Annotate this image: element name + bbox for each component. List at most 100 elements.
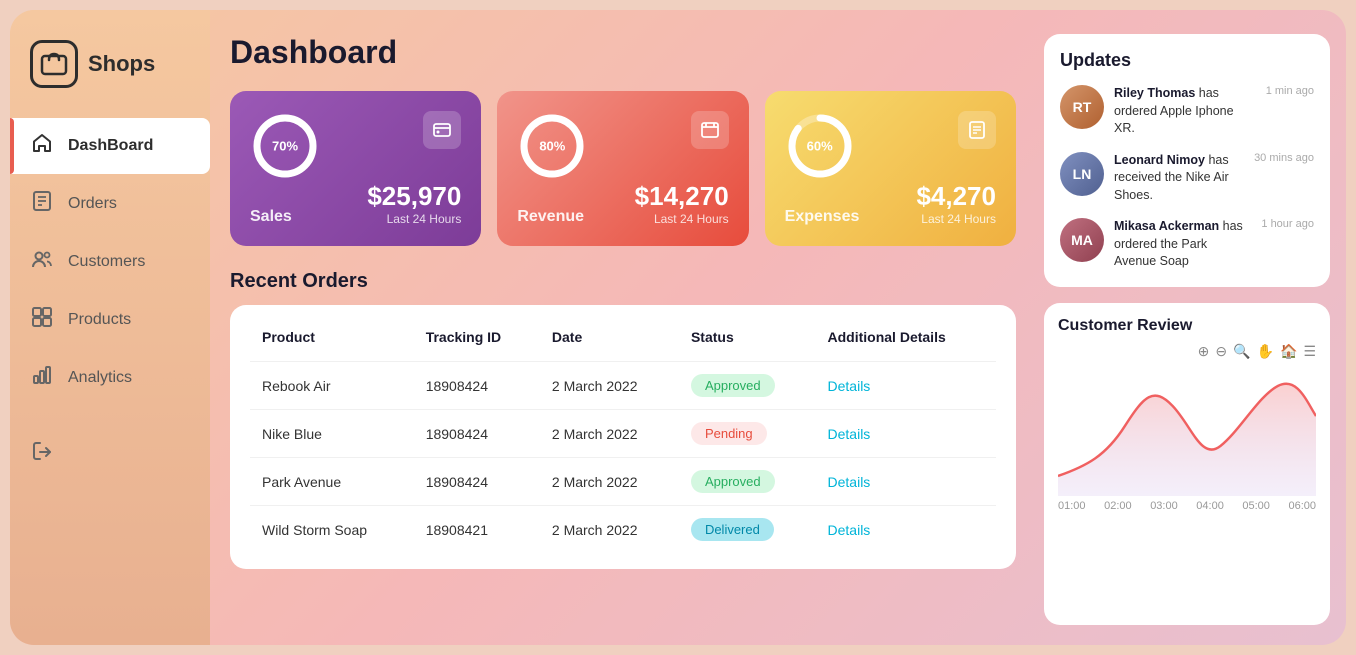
updates-section: Updates RT Riley Thomas has ordered Appl… — [1044, 34, 1330, 287]
time-label-3: 03:00 — [1150, 500, 1178, 512]
revenue-label: Revenue — [517, 208, 584, 226]
stats-row: 70% Sales $25,970 Last 24 Hours — [230, 91, 1016, 246]
app-container: Shops DashBoard — [10, 10, 1346, 645]
sidebar-logo: Shops — [10, 30, 210, 118]
review-title: Customer Review — [1058, 317, 1316, 335]
sidebar-nav: DashBoard Orders — [10, 118, 210, 484]
expenses-icon — [958, 111, 996, 149]
col-tracking: Tracking ID — [414, 321, 540, 362]
order-product: Nike Blue — [250, 410, 414, 458]
time-label-1: 01:00 — [1058, 500, 1086, 512]
col-date: Date — [540, 321, 679, 362]
orders-table: Product Tracking ID Date Status Addition… — [230, 305, 1016, 569]
order-tracking: 18908421 — [414, 506, 540, 554]
order-tracking: 18908424 — [414, 410, 540, 458]
update-item: MA Mikasa Ackerman has ordered the Park … — [1060, 218, 1314, 271]
update-avatar-2: MA — [1060, 218, 1104, 262]
expenses-label: Expenses — [785, 208, 860, 226]
menu-icon[interactable]: ☰ — [1303, 343, 1316, 360]
expenses-value: $4,270 — [916, 181, 996, 212]
time-label-4: 04:00 — [1196, 500, 1224, 512]
sales-card: 70% Sales $25,970 Last 24 Hours — [230, 91, 481, 246]
revenue-card: 80% Revenue $14,270 — [497, 91, 748, 246]
page-title: Dashboard — [230, 34, 1016, 71]
order-product: Rebook Air — [250, 362, 414, 410]
app-name: Shops — [88, 51, 155, 77]
sidebar-item-products[interactable]: Products — [10, 292, 210, 348]
order-details[interactable]: Details — [816, 362, 996, 410]
update-item: LN Leonard Nimoy has received the Nike A… — [1060, 152, 1314, 205]
zoom-out-icon[interactable]: ⊖ — [1215, 343, 1227, 360]
sales-value: $25,970 — [367, 181, 461, 212]
pan-icon[interactable]: ✋ — [1257, 343, 1274, 360]
table-row: Wild Storm Soap 18908421 2 March 2022 De… — [250, 506, 996, 554]
table-row: Park Avenue 18908424 2 March 2022 Approv… — [250, 458, 996, 506]
sales-percent: 70% — [272, 139, 298, 154]
update-avatar-1: LN — [1060, 152, 1104, 196]
order-details[interactable]: Details — [816, 410, 996, 458]
order-details[interactable]: Details — [816, 506, 996, 554]
logout-icon — [30, 440, 54, 468]
time-label-5: 05:00 — [1242, 500, 1270, 512]
update-avatar-0: RT — [1060, 85, 1104, 129]
revenue-percent: 80% — [539, 139, 565, 154]
recent-orders-section: Recent Orders Product Tracking ID Date S… — [230, 270, 1016, 569]
sidebar-orders-label: Orders — [68, 195, 117, 213]
sales-circle: 70% — [250, 111, 320, 181]
order-details[interactable]: Details — [816, 458, 996, 506]
recent-orders-title: Recent Orders — [230, 270, 1016, 293]
revenue-circle: 80% — [517, 111, 587, 181]
search-icon[interactable]: 🔍 — [1233, 343, 1250, 360]
logo-icon — [30, 40, 78, 88]
analytics-icon — [30, 364, 54, 392]
order-date: 2 March 2022 — [540, 506, 679, 554]
col-details: Additional Details — [816, 321, 996, 362]
time-label-2: 02:00 — [1104, 500, 1132, 512]
sidebar-item-analytics[interactable]: Analytics — [10, 350, 210, 406]
customers-icon — [30, 248, 54, 276]
revenue-value: $14,270 — [635, 181, 729, 212]
chart-toolbar: ⊕ ⊖ 🔍 ✋ 🏠 ☰ — [1058, 343, 1316, 360]
expenses-percent: 60% — [807, 139, 833, 154]
expenses-card: 60% Expenses $4,270 — [765, 91, 1016, 246]
sidebar: Shops DashBoard — [10, 10, 210, 645]
updates-title: Updates — [1060, 50, 1314, 71]
update-text-2: Mikasa Ackerman has ordered the Park Ave… — [1114, 218, 1251, 271]
review-chart — [1058, 366, 1316, 496]
home-icon — [30, 132, 54, 160]
sidebar-item-dashboard[interactable]: DashBoard — [10, 118, 210, 174]
order-product: Park Avenue — [250, 458, 414, 506]
expenses-circle: 60% — [785, 111, 855, 181]
sidebar-item-customers[interactable]: Customers — [10, 234, 210, 290]
update-text-0: Riley Thomas has ordered Apple Iphone XR… — [1114, 85, 1256, 138]
revenue-sublabel: Last 24 Hours — [635, 212, 729, 226]
update-time-2: 1 hour ago — [1261, 218, 1314, 230]
revenue-icon — [691, 111, 729, 149]
order-status: Approved — [679, 458, 816, 506]
order-tracking: 18908424 — [414, 458, 540, 506]
updates-list: RT Riley Thomas has ordered Apple Iphone… — [1060, 85, 1314, 271]
col-product: Product — [250, 321, 414, 362]
order-product: Wild Storm Soap — [250, 506, 414, 554]
sidebar-analytics-label: Analytics — [68, 369, 132, 387]
col-status: Status — [679, 321, 816, 362]
products-icon — [30, 306, 54, 334]
right-panel: Updates RT Riley Thomas has ordered Appl… — [1036, 10, 1346, 645]
orders-icon — [30, 190, 54, 218]
main-content: Dashboard 70% — [210, 10, 1036, 645]
sidebar-item-logout[interactable] — [10, 426, 210, 482]
zoom-in-icon[interactable]: ⊕ — [1198, 343, 1210, 360]
customer-review-section: Customer Review ⊕ ⊖ 🔍 ✋ 🏠 ☰ — [1044, 303, 1330, 626]
sales-icon — [423, 111, 461, 149]
sidebar-dashboard-label: DashBoard — [68, 137, 153, 155]
order-status: Pending — [679, 410, 816, 458]
expenses-sublabel: Last 24 Hours — [916, 212, 996, 226]
home-reset-icon[interactable]: 🏠 — [1280, 343, 1297, 360]
sales-sublabel: Last 24 Hours — [367, 212, 461, 226]
order-status: Approved — [679, 362, 816, 410]
update-text-1: Leonard Nimoy has received the Nike Air … — [1114, 152, 1244, 205]
table-row: Rebook Air 18908424 2 March 2022 Approve… — [250, 362, 996, 410]
update-item: RT Riley Thomas has ordered Apple Iphone… — [1060, 85, 1314, 138]
sales-label: Sales — [250, 208, 292, 226]
sidebar-item-orders[interactable]: Orders — [10, 176, 210, 232]
